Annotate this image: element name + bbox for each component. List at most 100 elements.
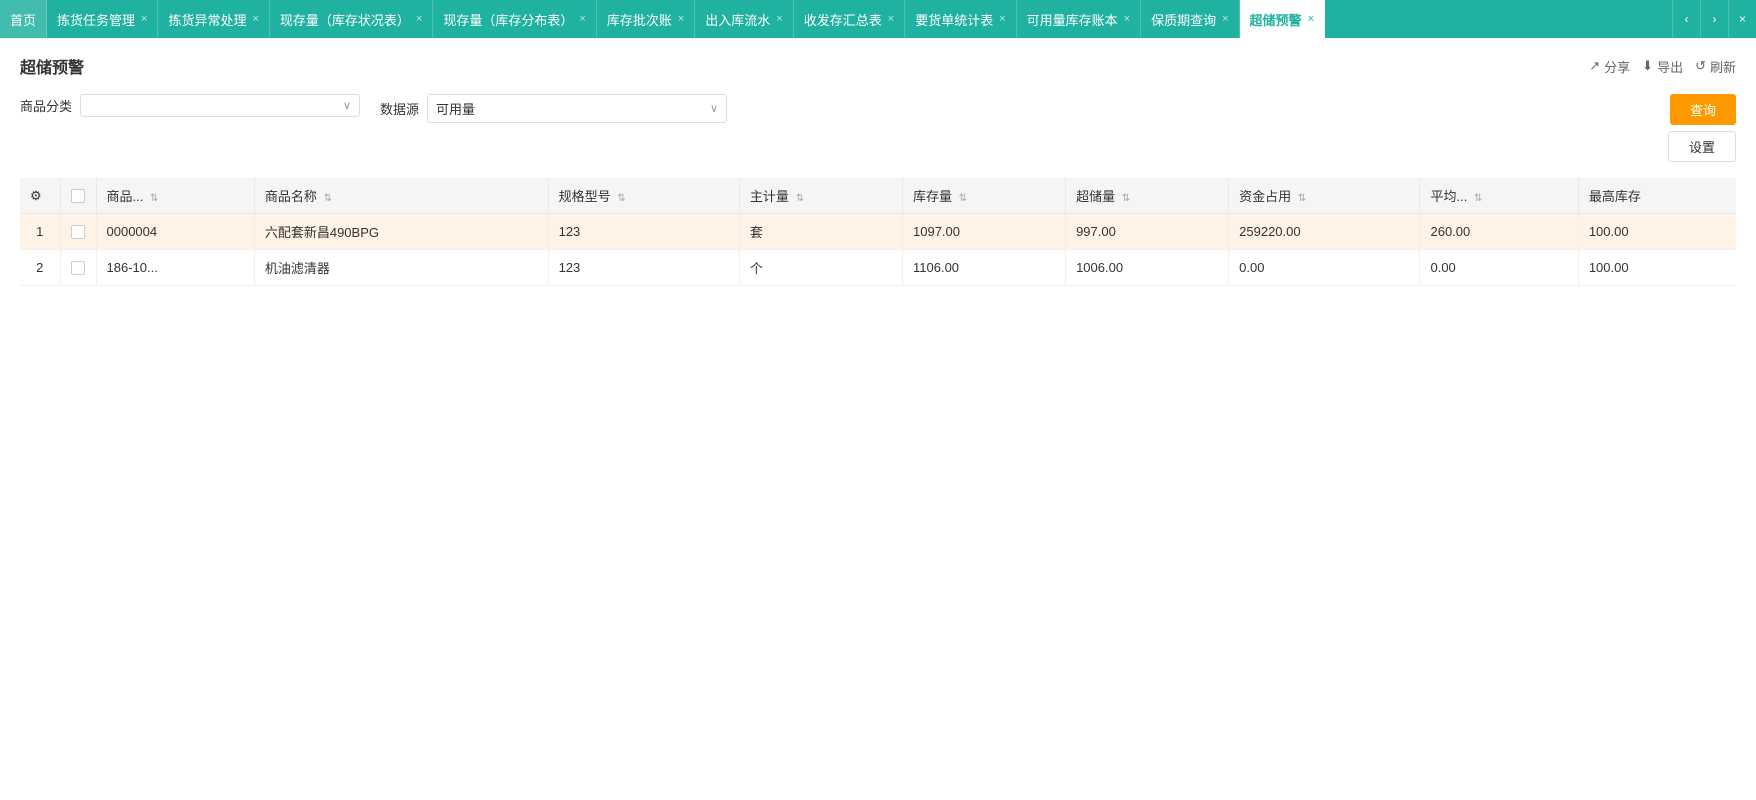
nav-close-task-mgmt-icon[interactable]: × [141,13,147,25]
nav-close-button[interactable]: × [1728,0,1756,38]
nav-next-button[interactable]: › [1700,0,1728,38]
nav-item-abnormal[interactable]: 拣货异常处理× [158,0,269,38]
nav-close-in-out-flow-icon[interactable]: × [776,13,782,25]
category-label: 商品分类 [20,96,72,115]
column-capital-label: 资金占用 [1239,189,1291,204]
nav-prev-button[interactable]: ‹ [1672,0,1700,38]
nav-item-overstock-warning[interactable]: 超储预警× [1240,0,1325,38]
column-product-name-label: 商品名称 [265,189,317,204]
nav-item-quality-check[interactable]: 保质期查询× [1141,0,1239,38]
category-chevron-down-icon: ∨ [343,99,351,112]
nav-close-inventory-status-icon[interactable]: × [416,13,422,25]
category-filter-group: 商品分类 ∨ [20,94,360,117]
sort-stock-icon: ⇅ [959,193,967,204]
gear-icon: ⚙ [30,188,42,203]
export-button[interactable]: ⬇ 导出 [1642,57,1683,76]
nav-close-quality-check-icon[interactable]: × [1222,13,1228,25]
table-row: 2 186-10... 机油滤清器 123 个 1106.00 1006.00 … [20,250,1736,286]
nav-item-order-stats[interactable]: 要货单统计表× [905,0,1016,38]
row-spec: 123 [548,250,739,286]
nav-item-inventory-dist[interactable]: 现存量（库存分布表）× [433,0,596,38]
column-stock-label: 库存量 [913,189,952,204]
nav-item-receive-summary[interactable]: 收发存汇总表× [794,0,905,38]
row-stock: 1106.00 [903,250,1066,286]
category-select[interactable]: ∨ [80,94,360,117]
filter-buttons: 查询 设置 [1668,94,1736,162]
row-product-code: 0000004 [96,214,254,250]
nav-item-in-out-flow[interactable]: 出入库流水× [695,0,793,38]
column-product-code-label: 商品... [107,189,144,204]
nav-close-available-account-icon[interactable]: × [1124,13,1130,25]
column-overstock[interactable]: 超储量 ⇅ [1066,178,1229,214]
nav-arrows: ‹ › × [1672,0,1756,38]
nav-item-home[interactable]: 首页 [0,0,47,38]
row-select-checkbox[interactable] [71,261,85,275]
top-navigation: 首页拣货任务管理×拣货异常处理×现存量（库存状况表）×现存量（库存分布表）×库存… [0,0,1756,38]
overstock-table: ⚙ 商品... ⇅ 商品名称 ⇅ 规格型号 ⇅ 主计量 [20,178,1736,286]
row-spec: 123 [548,214,739,250]
nav-item-inventory-status[interactable]: 现存量（库存状况表）× [270,0,433,38]
column-avg-label: 平均... [1430,189,1467,204]
page-content: 超储预警 ↗ 分享 ⬇ 导出 ↺ 刷新 商品分类 ∨ [0,38,1756,800]
table-body: 1 0000004 六配套新昌490BPG 123 套 1097.00 997.… [20,214,1736,286]
datasource-select[interactable]: 可用量 ∨ [427,94,727,123]
column-stock[interactable]: 库存量 ⇅ [903,178,1066,214]
nav-item-available-account[interactable]: 可用量库存账本× [1017,0,1141,38]
select-all-checkbox[interactable] [71,189,85,203]
nav-close-overstock-warning-icon[interactable]: × [1308,13,1314,25]
row-capital: 0.00 [1229,250,1420,286]
row-avg: 260.00 [1420,214,1578,250]
sort-spec-icon: ⇅ [617,193,625,204]
datasource-chevron-down-icon: ∨ [710,102,718,115]
nav-item-task-mgmt[interactable]: 拣货任务管理× [47,0,158,38]
row-stock: 1097.00 [903,214,1066,250]
nav-close-order-stats-icon[interactable]: × [999,13,1005,25]
refresh-label: 刷新 [1710,57,1736,76]
row-unit: 套 [739,214,902,250]
refresh-button[interactable]: ↺ 刷新 [1695,57,1736,76]
sort-capital-icon: ⇅ [1298,193,1306,204]
row-product-code: 186-10... [96,250,254,286]
page-title: 超储预警 [20,54,84,78]
share-label: 分享 [1604,57,1630,76]
column-gear[interactable]: ⚙ [20,178,60,214]
share-icon: ↗ [1589,58,1600,74]
table-row: 1 0000004 六配套新昌490BPG 123 套 1097.00 997.… [20,214,1736,250]
row-overstock: 1006.00 [1066,250,1229,286]
sort-avg-icon: ⇅ [1474,193,1482,204]
column-unit-label: 主计量 [750,189,789,204]
row-select-checkbox[interactable] [71,225,85,239]
row-unit: 个 [739,250,902,286]
sort-unit-icon: ⇅ [796,193,804,204]
sort-product-code-icon: ⇅ [150,193,158,204]
header-actions: ↗ 分享 ⬇ 导出 ↺ 刷新 [1589,57,1736,76]
datasource-select-value: 可用量 [436,99,475,118]
column-overstock-label: 超储量 [1076,189,1115,204]
page-header: 超储预警 ↗ 分享 ⬇ 导出 ↺ 刷新 [20,54,1736,78]
query-button[interactable]: 查询 [1670,94,1736,125]
row-avg: 0.00 [1420,250,1578,286]
share-button[interactable]: ↗ 分享 [1589,57,1630,76]
settings-button[interactable]: 设置 [1668,131,1736,162]
row-checkbox-cell [60,250,96,286]
column-max-stock-label: 最高库存 [1589,189,1641,204]
export-icon: ⬇ [1642,58,1653,74]
row-max-stock: 100.00 [1578,250,1736,286]
column-avg[interactable]: 平均... ⇅ [1420,178,1578,214]
column-product-code[interactable]: 商品... ⇅ [96,178,254,214]
column-capital[interactable]: 资金占用 ⇅ [1229,178,1420,214]
datasource-filter-group: 数据源 可用量 ∨ [380,94,727,123]
export-label: 导出 [1657,57,1683,76]
column-product-name[interactable]: 商品名称 ⇅ [254,178,548,214]
column-checkbox-all[interactable] [60,178,96,214]
nav-close-batch-account-icon[interactable]: × [678,13,684,25]
nav-item-batch-account[interactable]: 库存批次账× [597,0,695,38]
column-spec[interactable]: 规格型号 ⇅ [548,178,739,214]
nav-close-receive-summary-icon[interactable]: × [888,13,894,25]
nav-close-inventory-dist-icon[interactable]: × [579,13,585,25]
column-unit[interactable]: 主计量 ⇅ [739,178,902,214]
row-product-name: 六配套新昌490BPG [254,214,548,250]
datasource-label: 数据源 [380,99,419,118]
nav-close-abnormal-icon[interactable]: × [252,13,258,25]
sort-overstock-icon: ⇅ [1122,193,1130,204]
